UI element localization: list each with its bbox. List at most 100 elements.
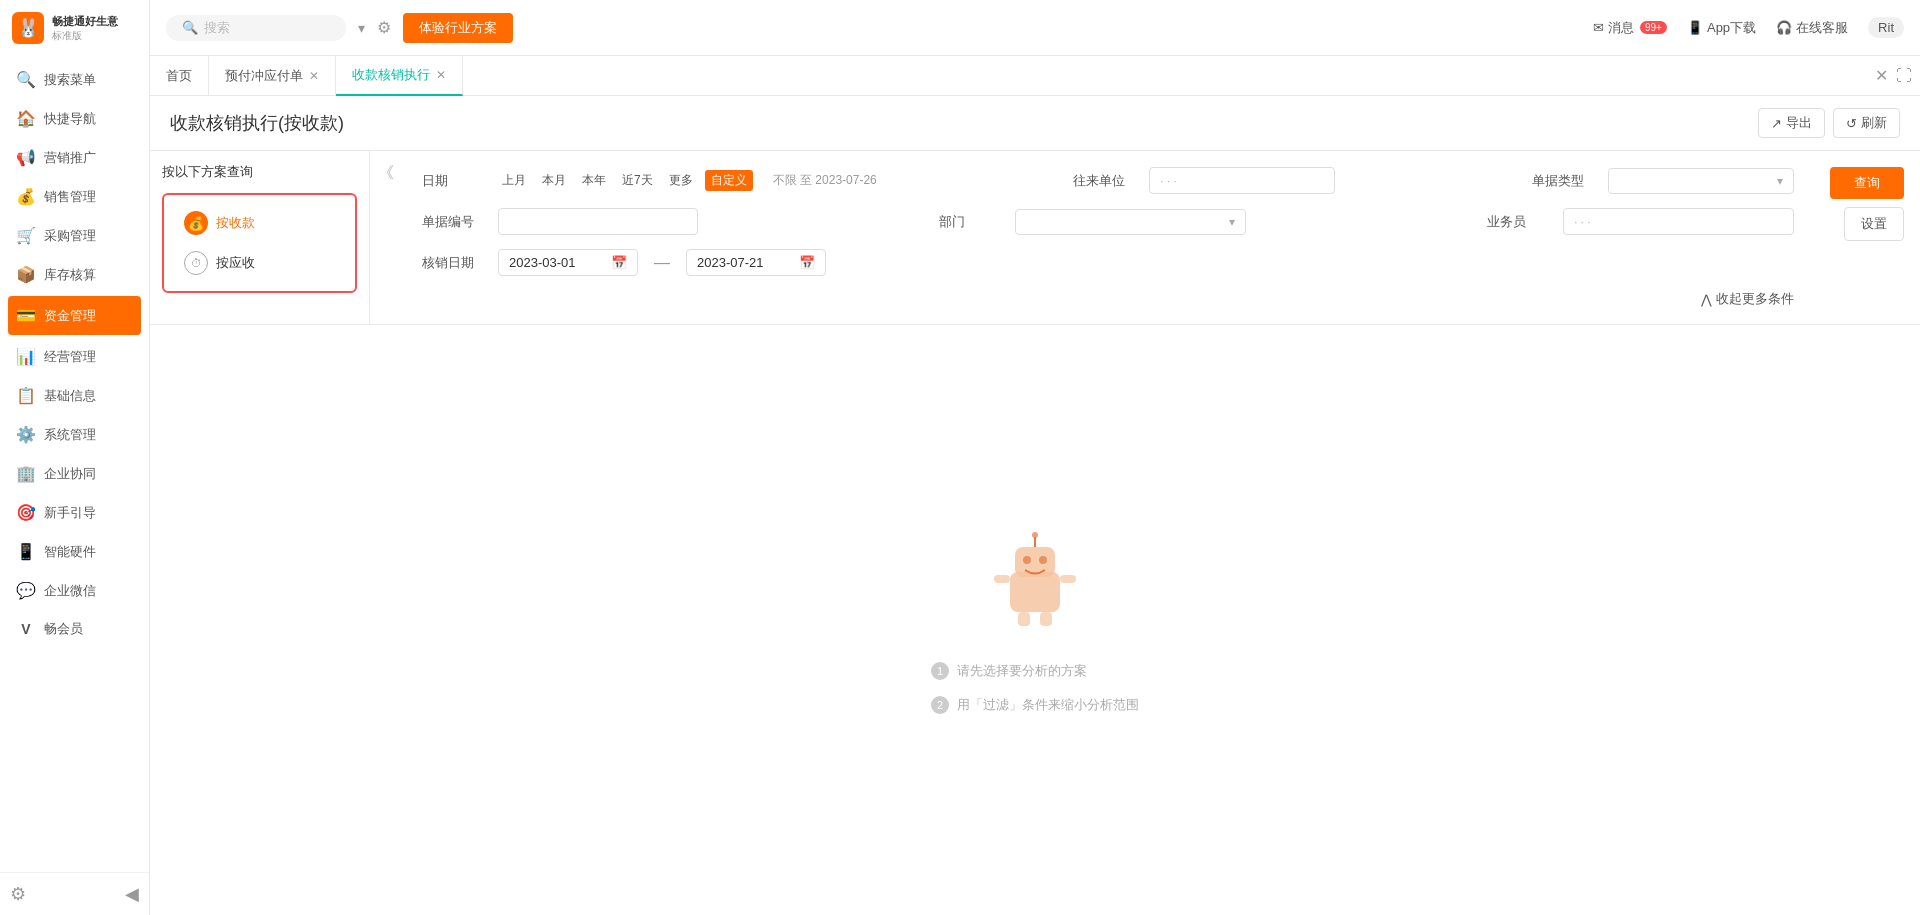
collapse-up-icon: ⋀ — [1701, 292, 1712, 307]
solution-button[interactable]: 体验行业方案 — [403, 13, 513, 43]
message-icon: ✉ — [1593, 20, 1604, 35]
tab-collect-close[interactable]: ✕ — [436, 68, 446, 82]
home-icon: 🏠 — [16, 109, 36, 128]
inventory-icon: 📦 — [16, 265, 36, 284]
tab-controls: ✕ ⛶ — [1875, 66, 1920, 85]
topbar-dropdown-arrow[interactable]: ▾ — [358, 20, 365, 36]
tab-home[interactable]: 首页 — [150, 56, 209, 96]
newbie-icon: 🎯 — [16, 503, 36, 522]
date-custom[interactable]: 自定义 — [705, 170, 753, 191]
filter-sidebar-collapse[interactable]: 《 — [370, 151, 402, 324]
sidebar-item-operation[interactable]: 📊 经营管理 — [0, 337, 149, 376]
doc-type-arrow: ▾ — [1777, 174, 1783, 188]
doc-type-select[interactable]: ▾ — [1608, 168, 1794, 194]
sidebar-bottom: ⚙ ◀ — [0, 872, 149, 915]
date-nolimit: 不限 至 2023-07-26 — [773, 172, 877, 189]
date-more[interactable]: 更多 — [665, 170, 697, 191]
sidebar-collapse-btn[interactable]: ◀ — [125, 883, 139, 905]
export-icon: ↗ — [1771, 116, 1782, 131]
finance-icon: 💳 — [16, 306, 36, 325]
filter-body: 日期 上月 本月 本年 近7天 更多 自定义 不限 至 2023-07-26 — [402, 151, 1814, 324]
empty-tips: 1 请先选择要分析的方案 2 用「过滤」条件来缩小分析范围 — [931, 658, 1139, 718]
query-button[interactable]: 查询 — [1830, 167, 1904, 199]
refresh-button[interactable]: ↺ 刷新 — [1833, 108, 1900, 138]
filter-sidebar: 按以下方案查询 💰 按收款 ⏱ 按应收 — [150, 151, 370, 324]
topbar-search[interactable]: 🔍 搜索 — [166, 15, 346, 41]
date-this-year[interactable]: 本年 — [578, 170, 610, 191]
staff-select[interactable]: ··· — [1563, 208, 1794, 235]
tab-home-label: 首页 — [166, 67, 192, 85]
robot-svg — [980, 527, 1090, 637]
filter-method-box: 💰 按收款 ⏱ 按应收 — [162, 193, 357, 293]
svg-rect-8 — [994, 575, 1010, 583]
empty-tip-1: 1 请先选择要分析的方案 — [931, 658, 1139, 684]
doc-no-label: 单据编号 — [422, 213, 482, 231]
operation-icon: 📊 — [16, 347, 36, 366]
system-icon: ⚙️ — [16, 425, 36, 444]
date-this-month[interactable]: 本月 — [538, 170, 570, 191]
sidebar-item-sales[interactable]: 💰 销售管理 — [0, 177, 149, 216]
sidebar-item-purchase[interactable]: 🛒 采购管理 — [0, 216, 149, 255]
date-separator: — — [654, 254, 670, 272]
message-button[interactable]: ✉ 消息 99+ — [1593, 19, 1667, 37]
staff-label: 业务员 — [1487, 213, 1547, 231]
app-download-button[interactable]: 📱 App下载 — [1687, 19, 1756, 37]
filter-settings-button[interactable]: 设置 — [1844, 207, 1904, 241]
tab-close-all-icon[interactable]: ✕ — [1875, 66, 1888, 85]
page-title: 收款核销执行(按收款) — [170, 111, 344, 147]
topbar-right: ✉ 消息 99+ 📱 App下载 🎧 在线客服 Rit — [1593, 17, 1904, 38]
sidebar-item-marketing[interactable]: 📢 营销推广 — [0, 138, 149, 177]
verify-date-end-input[interactable]: 2023-07-21 📅 — [686, 249, 826, 276]
sidebar-item-enterprise[interactable]: 🏢 企业协同 — [0, 454, 149, 493]
calendar-icon-end: 📅 — [799, 255, 815, 270]
sidebar-item-basic[interactable]: 📋 基础信息 — [0, 376, 149, 415]
topbar-gear-icon[interactable]: ⚙ — [377, 18, 391, 37]
online-service-button[interactable]: 🎧 在线客服 — [1776, 19, 1848, 37]
tab-collect[interactable]: 收款核销执行 ✕ — [336, 56, 463, 96]
sidebar-item-hardware[interactable]: 📱 智能硬件 — [0, 532, 149, 571]
enterprise-icon: 🏢 — [16, 464, 36, 483]
counterpart-select[interactable]: ··· — [1149, 167, 1335, 194]
bottom-settings-icon[interactable]: ⚙ — [10, 883, 26, 905]
page-header-actions: ↗ 导出 ↺ 刷新 — [1758, 108, 1900, 150]
filter-right-actions: 查询 设置 — [1814, 151, 1920, 324]
receipt-method-icon: 💰 — [184, 211, 208, 235]
topbar: 🔍 搜索 ▾ ⚙ 体验行业方案 ✉ 消息 99+ 📱 App下载 🎧 在线客服 … — [150, 0, 1920, 56]
main-area: 🔍 搜索 ▾ ⚙ 体验行业方案 ✉ 消息 99+ 📱 App下载 🎧 在线客服 … — [150, 0, 1920, 915]
export-button[interactable]: ↗ 导出 — [1758, 108, 1825, 138]
date-7days[interactable]: 近7天 — [618, 170, 657, 191]
sidebar-item-finance[interactable]: 💳 资金管理 — [8, 296, 141, 335]
sidebar-item-quick[interactable]: 🏠 快捷导航 — [0, 99, 149, 138]
sidebar-item-wechat[interactable]: 💬 企业微信 — [0, 571, 149, 610]
filter-method-receipt[interactable]: 💰 按收款 — [172, 203, 347, 243]
tab-expand-icon[interactable]: ⛶ — [1896, 67, 1912, 85]
sidebar-item-member[interactable]: V 畅会员 — [0, 610, 149, 648]
sidebar-item-system[interactable]: ⚙️ 系统管理 — [0, 415, 149, 454]
receivable-method-icon: ⏱ — [184, 251, 208, 275]
svg-point-3 — [1039, 556, 1047, 564]
filter-method-receivable[interactable]: ⏱ 按应收 — [172, 243, 347, 283]
sidebar: 🐰 畅捷通好生意 标准版 🔍 搜索菜单 🏠 快捷导航 📢 营销推广 💰 销售管理… — [0, 0, 150, 915]
svg-rect-7 — [1040, 612, 1052, 626]
tab-prepay-close[interactable]: ✕ — [309, 69, 319, 83]
date-last-month[interactable]: 上月 — [498, 170, 530, 191]
verify-date-label: 核销日期 — [422, 254, 482, 272]
logo-text: 畅捷通好生意 标准版 — [52, 14, 118, 43]
tab-prepay[interactable]: 预付冲应付单 ✕ — [209, 56, 336, 96]
verify-date-start-input[interactable]: 2023-03-01 📅 — [498, 249, 638, 276]
sidebar-item-newbie[interactable]: 🎯 新手引导 — [0, 493, 149, 532]
svg-point-5 — [1032, 532, 1038, 538]
sidebar-item-search[interactable]: 🔍 搜索菜单 — [0, 60, 149, 99]
logo-area: 🐰 畅捷通好生意 标准版 — [0, 0, 149, 56]
date-label: 日期 — [422, 172, 482, 190]
user-avatar[interactable]: Rit — [1868, 17, 1904, 38]
search-icon-topbar: 🔍 — [182, 20, 198, 35]
dept-select[interactable]: ▾ — [1015, 209, 1246, 235]
collapse-more-btn[interactable]: ⋀ 收起更多条件 — [1701, 290, 1794, 308]
collapse-row: ⋀ 收起更多条件 — [422, 290, 1794, 308]
svg-rect-9 — [1060, 575, 1076, 583]
sidebar-item-inventory[interactable]: 📦 库存核算 — [0, 255, 149, 294]
svg-rect-6 — [1018, 612, 1030, 626]
filter-row-3: 核销日期 2023-03-01 📅 — 2023-07-21 📅 — [422, 249, 1794, 276]
doc-no-input[interactable] — [498, 208, 698, 235]
